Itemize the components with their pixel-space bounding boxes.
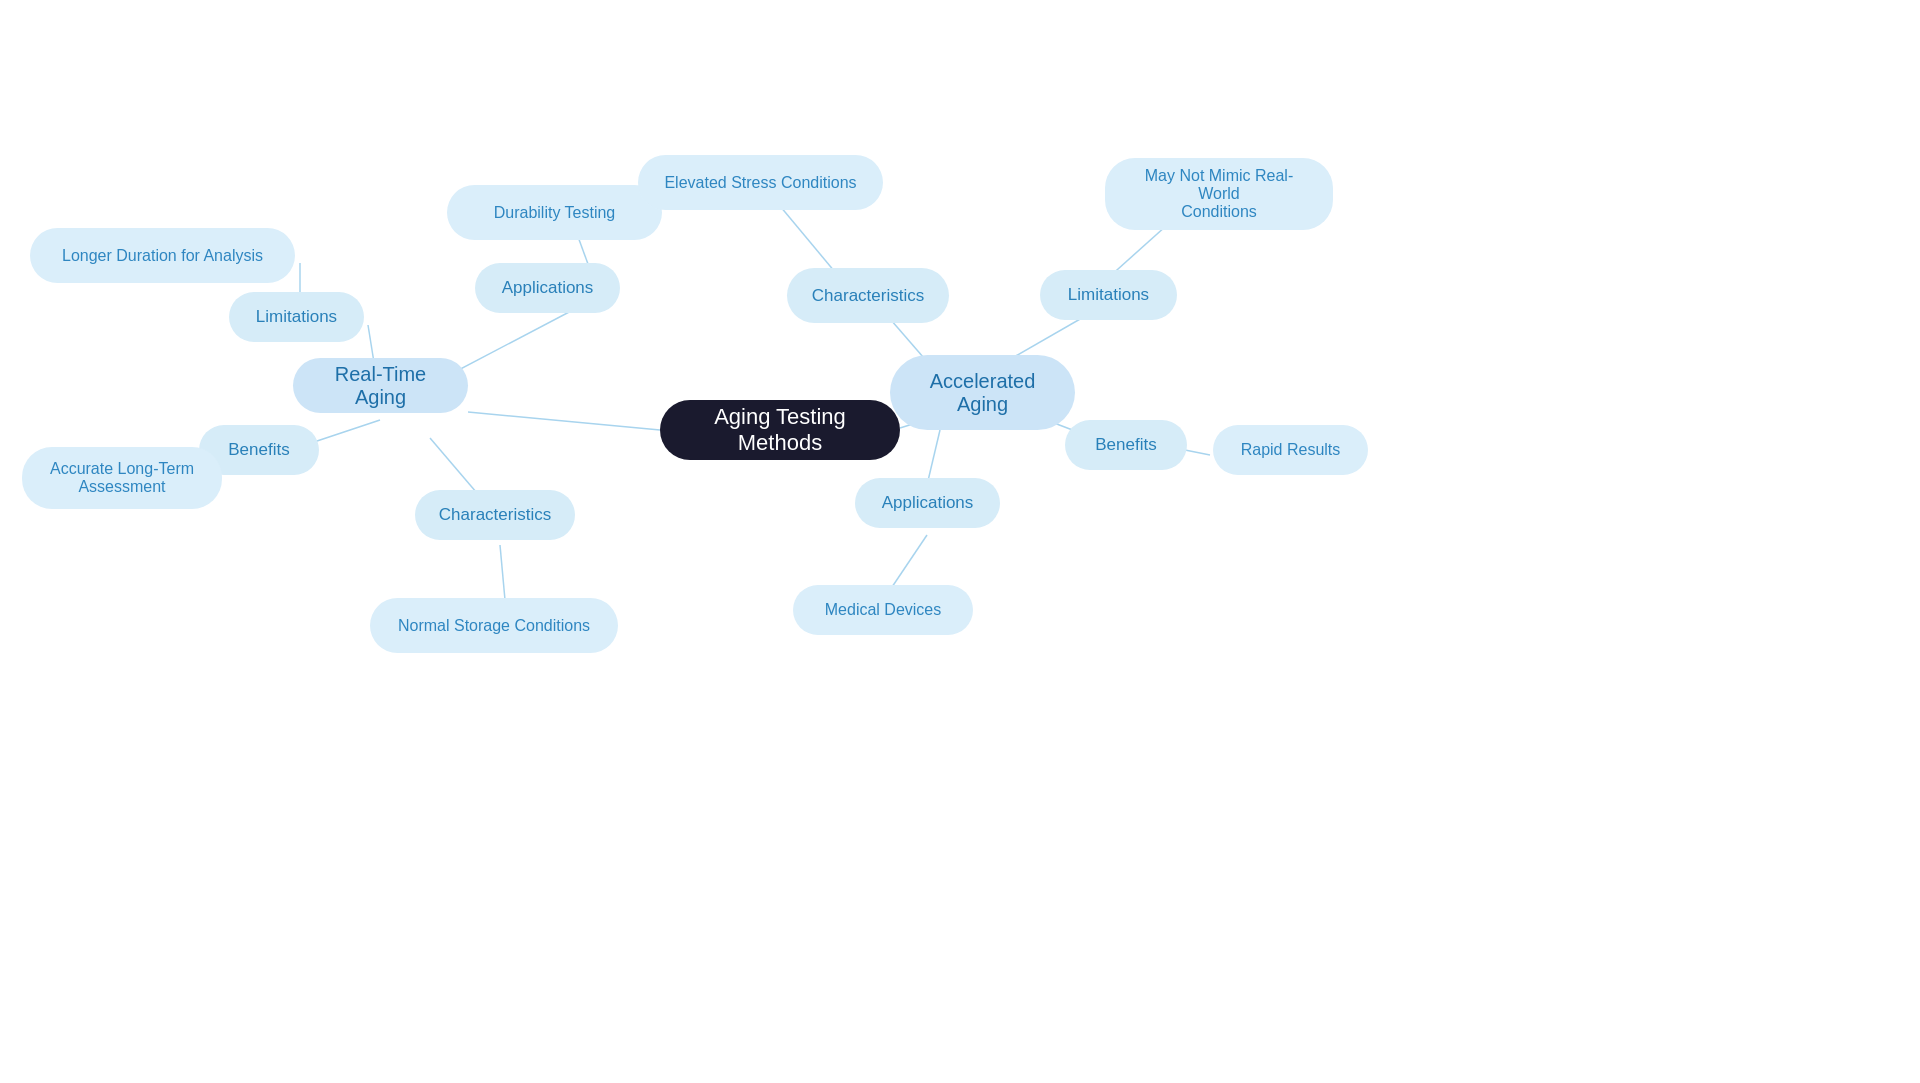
longer-duration-node: Longer Duration for Analysis [30, 228, 295, 283]
svg-line-17 [1185, 450, 1210, 455]
svg-line-12 [927, 430, 940, 485]
acc-applications-node: Applications [855, 478, 1000, 528]
acc-characteristics-node: Characteristics [787, 268, 949, 323]
rt-applications-node: Applications [475, 263, 620, 313]
durability-testing-node: Durability Testing [447, 185, 662, 240]
rt-limitations-node: Limitations [229, 292, 364, 342]
normal-storage-node: Normal Storage Conditions [370, 598, 618, 653]
acc-benefits-node: Benefits [1065, 420, 1187, 470]
accelerated-aging-node: Accelerated Aging [890, 355, 1075, 430]
elevated-stress-node: Elevated Stress Conditions [638, 155, 883, 210]
realtime-aging-node: Real-Time Aging [293, 358, 468, 413]
rt-characteristics-node: Characteristics [415, 490, 575, 540]
svg-line-9 [500, 545, 505, 600]
accurate-longterm-node: Accurate Long-TermAssessment [22, 447, 222, 509]
acc-limitations-node: Limitations [1040, 270, 1177, 320]
may-not-mimic-node: May Not Mimic Real-WorldConditions [1105, 158, 1333, 230]
may-not-mimic-label: May Not Mimic Real-WorldConditions [1127, 167, 1311, 221]
svg-line-0 [468, 412, 660, 430]
rapid-results-node: Rapid Results [1213, 425, 1368, 475]
root-node: Aging Testing Methods [660, 400, 900, 460]
medical-devices-node: Medical Devices [793, 585, 973, 635]
svg-line-16 [890, 535, 927, 590]
accurate-longterm-label: Accurate Long-TermAssessment [50, 460, 194, 496]
